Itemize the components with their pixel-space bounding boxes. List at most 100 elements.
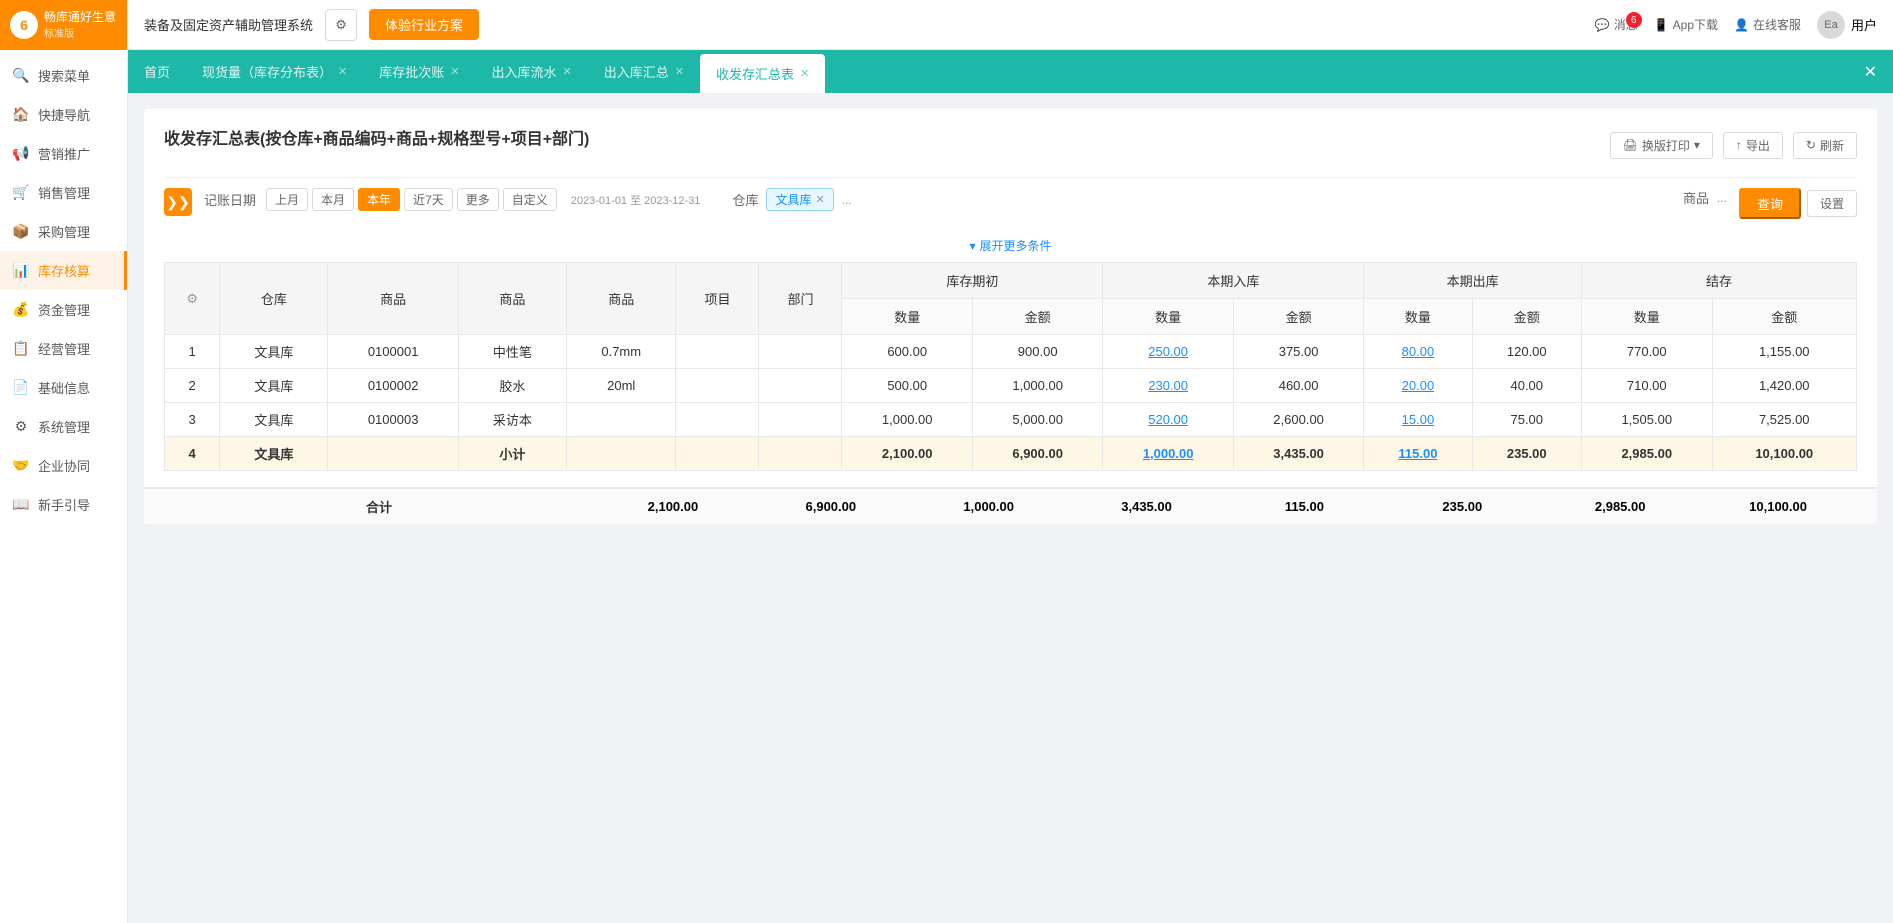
filter-settings-button[interactable]: 设置 — [1807, 190, 1857, 217]
sidebar-item-enterprise[interactable]: 🤝 企业协同 — [0, 446, 127, 485]
settings-button[interactable]: ⚙ — [325, 9, 357, 41]
out-qty-link[interactable]: 115.00 — [1398, 446, 1437, 461]
sidebar-item-system[interactable]: ⚙ 系统管理 — [0, 407, 127, 446]
date-btn-this-year[interactable]: 本年 — [358, 188, 400, 211]
cell-in-qty: 1,000.00 — [1103, 437, 1233, 471]
out-qty-link[interactable]: 80.00 — [1402, 344, 1435, 359]
date-btn-this-month[interactable]: 本月 — [312, 188, 354, 211]
tab-batch[interactable]: 库存批次账 ✕ — [363, 52, 475, 91]
cell-no: 1 — [165, 335, 220, 369]
table-settings-icon[interactable]: ⚙ — [186, 291, 198, 306]
warehouse-tag-remove[interactable]: ✕ — [815, 193, 824, 206]
cell-goods-name: 胶水 — [458, 369, 566, 403]
sidebar-item-operations[interactable]: 📋 经营管理 — [0, 329, 127, 368]
sidebar-item-search-label: 搜索菜单 — [38, 66, 90, 85]
date-btn-prev-month[interactable]: 上月 — [266, 188, 308, 211]
out-qty-link[interactable]: 20.00 — [1402, 378, 1435, 393]
sales-icon: 🛒 — [12, 184, 30, 202]
date-btn-custom[interactable]: 自定义 — [503, 188, 557, 211]
col-closing-qty-header: 数量 — [1582, 299, 1712, 335]
print-button[interactable]: 🖨 换版打印 ▾ — [1610, 132, 1713, 159]
cell-goods-code: 0100003 — [328, 403, 459, 437]
warehouse-more-btn[interactable]: ... — [842, 193, 852, 207]
data-table-container: ⚙ 仓库 商品 商品 商品 项目 部门 库存期初 本期入库 本期出库 结存 — [144, 262, 1877, 487]
operations-icon: 📋 — [12, 340, 30, 358]
app-download-label: App下载 — [1673, 16, 1718, 33]
date-range-display: 2023-01-01 至 2023-12-31 — [571, 192, 701, 208]
tab-inventory-dist[interactable]: 现货量（库存分布表） ✕ — [186, 52, 363, 91]
sidebar-item-sales[interactable]: 🛒 销售管理 — [0, 173, 127, 212]
footer-out-qty: 115.00 — [1226, 499, 1384, 514]
app-download-button[interactable]: 📱 App下载 — [1654, 16, 1718, 33]
query-button[interactable]: 查询 — [1739, 188, 1801, 219]
message-icon: 💬 — [1595, 18, 1610, 32]
in-qty-link[interactable]: 520.00 — [1148, 412, 1188, 427]
header-right: 💬 消息 6 📱 App下载 👤 在线客服 Ea 用户 — [1595, 11, 1877, 39]
cell-goods-name: 小计 — [458, 437, 566, 471]
col-closing-amt-header: 金额 — [1712, 299, 1857, 335]
col-out-qty-header: 数量 — [1364, 299, 1472, 335]
logo-text: 畅库通好生意 标准版 — [44, 10, 116, 41]
export-label: 导出 — [1746, 137, 1770, 154]
cell-opening-amt: 5,000.00 — [972, 403, 1102, 437]
goods-more-btn[interactable]: ... — [1717, 191, 1727, 205]
messages-badge: 6 — [1626, 12, 1642, 28]
cell-closing-qty: 710.00 — [1582, 369, 1712, 403]
in-qty-link[interactable]: 1,000.00 — [1143, 446, 1194, 461]
date-btn-more[interactable]: 更多 — [457, 188, 499, 211]
page-header: 收发存汇总表(按仓库+商品编码+商品+规格型号+项目+部门) 🖨 换版打印 ▾ … — [144, 109, 1877, 262]
in-qty-link[interactable]: 230.00 — [1148, 378, 1188, 393]
col-settings-header[interactable]: ⚙ — [165, 263, 220, 335]
sidebar-item-marketing[interactable]: 📢 营销推广 — [0, 134, 127, 173]
tab-inout-summary[interactable]: 出入库汇总 ✕ — [588, 52, 700, 91]
tab-batch-close[interactable]: ✕ — [450, 65, 459, 78]
date-filter-label: 记账日期 — [204, 190, 256, 209]
sidebar-item-purchase[interactable]: 📦 采购管理 — [0, 212, 127, 251]
user-label: 用户 — [1851, 15, 1877, 34]
date-btn-7days[interactable]: 近7天 — [404, 188, 453, 211]
expand-more-button[interactable]: ▾ 展开更多条件 — [969, 237, 1051, 254]
tab-bar-close[interactable]: ✕ — [1848, 52, 1893, 92]
sidebar-item-quicknav[interactable]: 🏠 快捷导航 — [0, 95, 127, 134]
purchase-icon: 📦 — [12, 223, 30, 241]
export-button[interactable]: ↑ 导出 — [1723, 132, 1783, 159]
cell-closing-qty: 2,985.00 — [1582, 437, 1712, 471]
trial-button[interactable]: 体验行业方案 — [369, 9, 479, 40]
footer-closing-qty: 2,985.00 — [1541, 499, 1699, 514]
table-row: 2 文具库 0100002 胶水 20ml 500.00 1,000.00 23… — [165, 369, 1857, 403]
col-out-amt-header: 金额 — [1472, 299, 1582, 335]
sidebar-item-inventory[interactable]: 📊 库存核算 — [0, 251, 127, 290]
cell-out-qty: 115.00 — [1364, 437, 1472, 471]
refresh-button[interactable]: ↻ 刷新 — [1793, 132, 1857, 159]
tab-inout-flow-close[interactable]: ✕ — [563, 65, 572, 78]
service-icon: 👤 — [1734, 18, 1749, 32]
cell-closing-qty: 1,505.00 — [1582, 403, 1712, 437]
footer-out-amt: 235.00 — [1383, 499, 1541, 514]
sidebar-item-search[interactable]: 🔍 搜索菜单 — [0, 56, 127, 95]
tab-inventory-dist-close[interactable]: ✕ — [338, 65, 347, 78]
cell-no: 2 — [165, 369, 220, 403]
out-qty-link[interactable]: 15.00 — [1402, 412, 1435, 427]
sidebar-item-quicknav-label: 快捷导航 — [38, 105, 90, 124]
tab-receive-summary[interactable]: 收发存汇总表 ✕ — [700, 54, 825, 93]
sidebar-item-guide[interactable]: 📖 新手引导 — [0, 485, 127, 524]
expand-filter-btn[interactable]: ❯❯ — [164, 188, 192, 216]
cell-goods-name: 中性笔 — [458, 335, 566, 369]
tab-inout-flow[interactable]: 出入库流水 ✕ — [475, 52, 587, 91]
tab-inout-summary-close[interactable]: ✕ — [675, 65, 684, 78]
cell-in-amt: 3,435.00 — [1233, 437, 1363, 471]
page-card: 收发存汇总表(按仓库+商品编码+商品+规格型号+项目+部门) 🖨 换版打印 ▾ … — [144, 109, 1877, 524]
tab-receive-summary-close[interactable]: ✕ — [800, 67, 809, 80]
page-actions: 🖨 换版打印 ▾ ↑ 导出 ↻ 刷新 — [1610, 132, 1857, 159]
online-service-button[interactable]: 👤 在线客服 — [1734, 16, 1801, 33]
user-area[interactable]: Ea 用户 — [1817, 11, 1877, 39]
cell-project — [676, 335, 759, 369]
sidebar-item-sales-label: 销售管理 — [38, 183, 90, 202]
col-warehouse-header: 仓库 — [220, 263, 328, 335]
sidebar-item-basic[interactable]: 📄 基础信息 — [0, 368, 127, 407]
tab-home[interactable]: 首页 — [128, 52, 186, 91]
messages-button[interactable]: 💬 消息 6 — [1595, 16, 1638, 33]
in-qty-link[interactable]: 250.00 — [1148, 344, 1188, 359]
sidebar-item-finance[interactable]: 💰 资金管理 — [0, 290, 127, 329]
cell-out-qty: 80.00 — [1364, 335, 1472, 369]
